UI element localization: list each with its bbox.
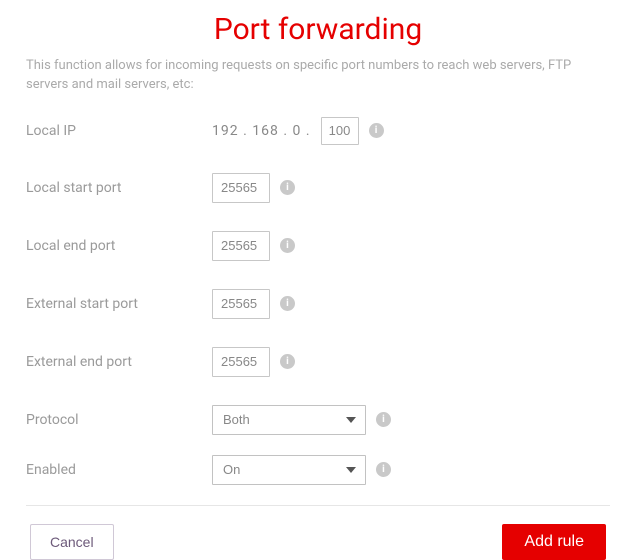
label-local-start-port: Local start port <box>26 180 212 196</box>
divider <box>26 505 610 506</box>
protocol-select[interactable]: Both <box>212 405 366 435</box>
info-icon[interactable]: i <box>376 462 391 477</box>
info-icon[interactable]: i <box>369 123 384 138</box>
row-protocol: Protocol Both i <box>26 405 610 435</box>
page-title: Port forwarding <box>26 0 610 57</box>
local-end-port-input[interactable] <box>212 231 270 261</box>
local-start-port-input[interactable] <box>212 173 270 203</box>
local-ip-host-input[interactable] <box>321 117 359 145</box>
label-local-end-port: Local end port <box>26 238 212 254</box>
external-end-port-input[interactable] <box>212 347 270 377</box>
label-enabled: Enabled <box>26 462 212 478</box>
add-rule-button[interactable]: Add rule <box>502 524 606 560</box>
row-local-ip: Local IP 192 . 168 . 0 . i <box>26 117 610 145</box>
label-local-ip: Local IP <box>26 123 212 139</box>
actions-bar: Cancel Add rule <box>26 518 610 560</box>
row-external-end-port: External end port i <box>26 347 610 377</box>
label-external-end-port: External end port <box>26 354 212 370</box>
row-local-start-port: Local start port i <box>26 173 610 203</box>
info-icon[interactable]: i <box>376 412 391 427</box>
label-protocol: Protocol <box>26 412 212 428</box>
row-enabled: Enabled On i <box>26 455 610 485</box>
row-local-end-port: Local end port i <box>26 231 610 261</box>
page-description: This function allows for incoming reques… <box>26 57 610 95</box>
info-icon[interactable]: i <box>280 354 295 369</box>
external-start-port-input[interactable] <box>212 289 270 319</box>
info-icon[interactable]: i <box>280 238 295 253</box>
local-ip-prefix: 192 . 168 . 0 . <box>212 123 311 139</box>
info-icon[interactable]: i <box>280 180 295 195</box>
enabled-select[interactable]: On <box>212 455 366 485</box>
cancel-button[interactable]: Cancel <box>30 524 114 560</box>
label-external-start-port: External start port <box>26 296 212 312</box>
row-external-start-port: External start port i <box>26 289 610 319</box>
info-icon[interactable]: i <box>280 296 295 311</box>
